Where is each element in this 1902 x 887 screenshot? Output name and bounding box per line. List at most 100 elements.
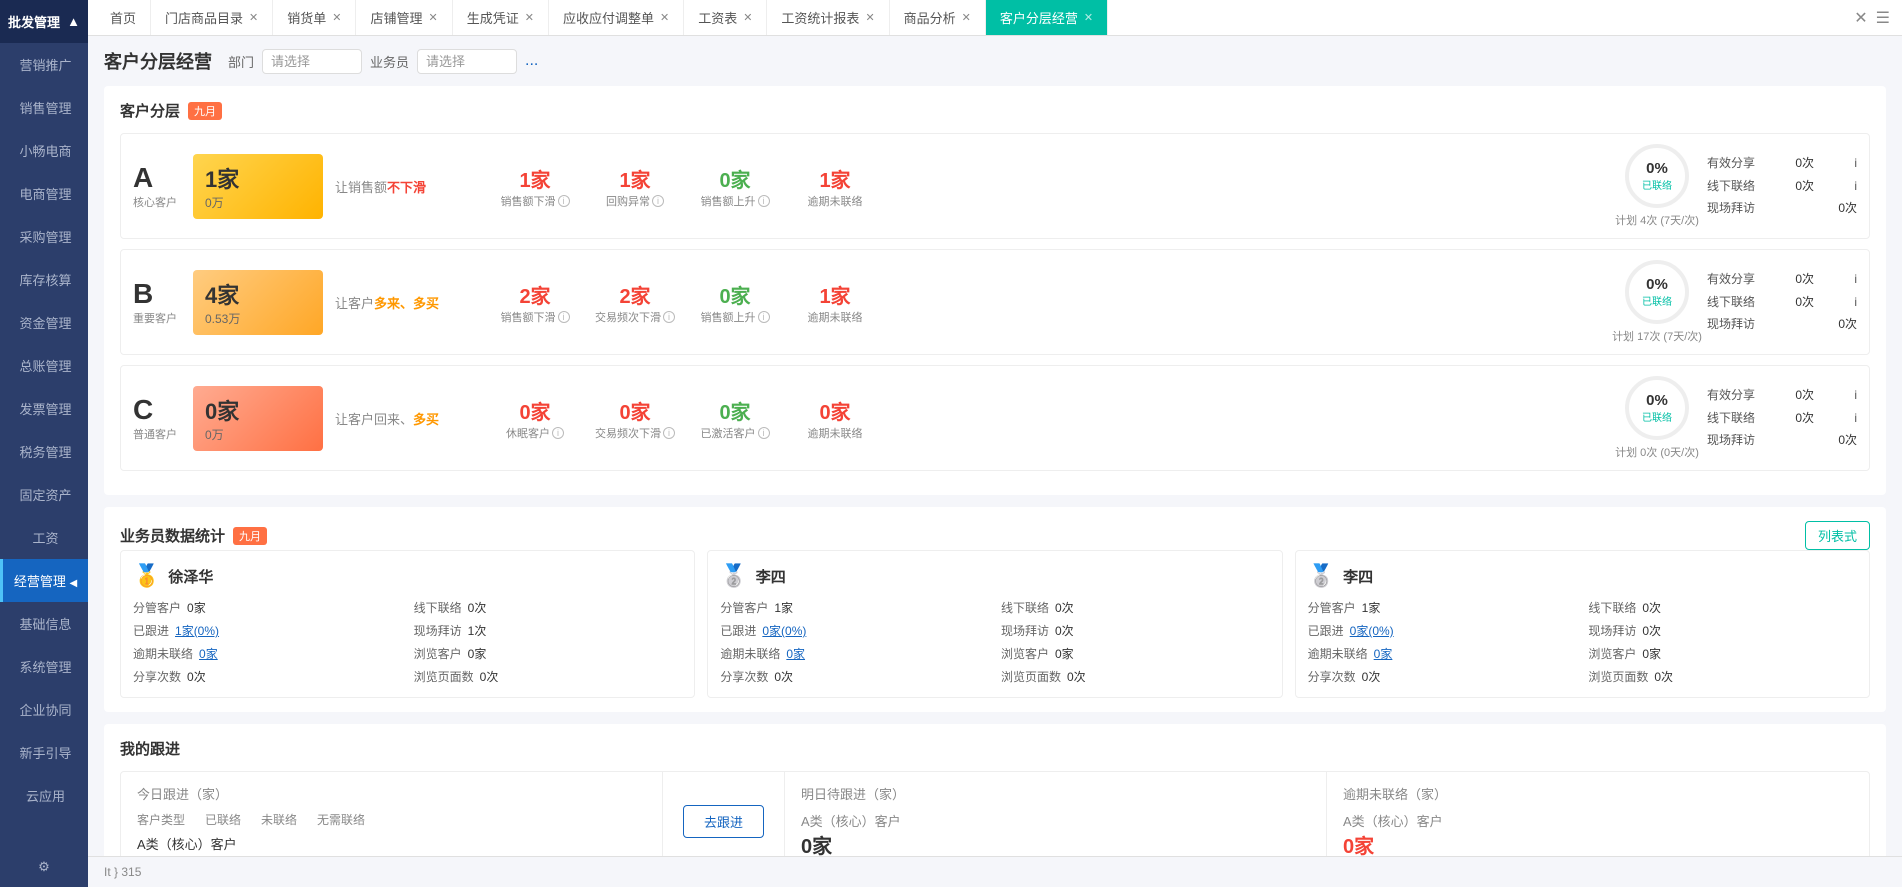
metric-count[interactable]: 0家 [719,280,750,309]
staff-stat-item: 逾期未联络 0家 [133,645,402,662]
metric-count[interactable]: 0家 [519,396,550,425]
sidebar-item-yyyyyy[interactable]: 云应用 [0,774,88,817]
tab-sales-order[interactable]: 销货单 ✕ [273,0,356,36]
info-icon[interactable]: i [1854,384,1857,407]
staff-card-0: 🥇 徐泽华 分管客户 0家 线下联络 0次 已跟进 [120,550,695,698]
info-icon[interactable]: i [758,195,770,207]
sidebar-item-dsggl[interactable]: 电商管理 [0,172,88,215]
tab-payroll-report[interactable]: 工资统计报表 ✕ [767,0,889,36]
stat-label: 分享次数 [720,668,768,685]
sidebar-top[interactable]: 批发管理 ▲ [0,0,88,43]
stat-value-link[interactable]: 0家 [786,645,805,662]
tab-close-icon[interactable]: ✕ [660,11,669,24]
tier-suggestion-a: 让销售额不下滑 [335,177,495,196]
tab-customer-tier[interactable]: 客户分层经营 ✕ [986,0,1108,36]
stat-value-link[interactable]: 0家(0%) [1350,622,1394,639]
sidebar-item-cjgl[interactable]: 采购管理 [0,215,88,258]
info-icon[interactable]: i [652,195,664,207]
sidebar-item-zzgl[interactable]: 总账管理 [0,344,88,387]
info-icon[interactable]: i [663,427,675,439]
tab-product-analysis[interactable]: 商品分析 ✕ [890,0,986,36]
info-icon[interactable]: i [558,311,570,323]
more-filter-button[interactable]: ... [525,52,538,70]
sidebar-collapse-icon[interactable]: ▲ [67,14,80,29]
tab-close-all-icon[interactable]: ✕ [1854,8,1867,28]
stat-value-link[interactable]: 1家(0%) [175,622,219,639]
tab-close-icon[interactable]: ✕ [332,11,341,24]
stat-value-link[interactable]: 0家 [199,645,218,662]
sidebar-item-xsyj[interactable]: 新手引导 [0,731,88,774]
sidebar-item-fpgl[interactable]: 发票管理 [0,387,88,430]
sidebar-item-yxtt[interactable]: 营销推广 [0,43,88,86]
sidebar-item-qyxt[interactable]: 企业协同 [0,688,88,731]
tab-close-icon[interactable]: ✕ [743,11,752,24]
info-icon[interactable]: i [1854,291,1857,314]
metric-b-3: 1家 逾期未联络 [795,280,875,325]
tab-close-icon[interactable]: ✕ [525,11,534,24]
sidebar-item-xtgl[interactable]: 系统管理 [0,645,88,688]
stat-row: 有效分享 0次 i [1707,152,1857,175]
dept-select[interactable]: 请选择 [262,49,362,74]
tab-close-icon[interactable]: ✕ [1084,11,1093,24]
stat-value-link[interactable]: 0家 [1374,645,1393,662]
info-icon[interactable]: i [1854,268,1857,291]
info-icon[interactable]: i [758,427,770,439]
content-area: 客户分层经营 部门 请选择 业务员 请选择 ... 客户分层 九月 [88,36,1902,856]
staff-stat-item: 浏览客户 0家 [414,645,683,662]
tab-voucher[interactable]: 生成凭证 ✕ [453,0,549,36]
info-icon[interactable]: i [1854,407,1857,430]
list-view-button[interactable]: 列表式 [1805,521,1870,550]
col-header-contacted: 已联络 [205,811,241,828]
stat-value: 0次 [480,668,499,685]
stat-value: 0次 [1362,668,1381,685]
info-icon[interactable]: i [558,195,570,207]
stat-count: 0次 [1838,313,1857,336]
tab-close-icon[interactable]: ✕ [962,11,971,24]
info-icon[interactable]: i [663,311,675,323]
staff-medal-2: 🥈 [1308,563,1335,589]
metric-c-0: 0家 休眠客户 i [495,396,575,441]
stat-value-link[interactable]: 0家(0%) [762,622,806,639]
tier-amount-a: 0万 [205,194,311,211]
sidebar-item-xbdc[interactable]: 小畅电商 [0,129,88,172]
metric-count[interactable]: 0家 [619,396,650,425]
tab-home[interactable]: 首页 [96,0,151,36]
tab-adjust[interactable]: 应收应付调整单 ✕ [549,0,684,36]
tier-amount-c: 0万 [205,426,311,443]
metric-count[interactable]: 0家 [819,396,850,425]
metric-count[interactable]: 0家 [719,396,750,425]
tab-store-manage[interactable]: 店铺管理 ✕ [356,0,452,36]
info-icon[interactable]: i [758,311,770,323]
info-icon[interactable]: i [1854,152,1857,175]
sidebar-item-gz[interactable]: 工资 [0,516,88,559]
sidebar-item-zjgl[interactable]: 资金管理 [0,301,88,344]
metric-count[interactable]: 1家 [819,280,850,309]
sidebar-item-swgl[interactable]: 税务管理 [0,430,88,473]
tab-close-icon[interactable]: ✕ [429,11,438,24]
sidebar-item-xsgl[interactable]: 销售管理 [0,86,88,129]
metric-count[interactable]: 1家 [819,164,850,193]
tab-payroll[interactable]: 工资表 ✕ [684,0,767,36]
goto-followup-button[interactable]: 去跟进 [683,805,764,838]
sidebar-top-label: 批发管理 [8,12,60,31]
info-icon[interactable]: i [1854,175,1857,198]
stat-label: 已跟进 [1308,622,1344,639]
settings-button[interactable]: ⚙ [0,847,88,887]
tab-menu-icon[interactable]: ☰ [1876,8,1890,28]
metric-count[interactable]: 2家 [619,280,650,309]
sidebar-item-gdcz[interactable]: 固定资产 [0,473,88,516]
sidebar-item-jygl[interactable]: 经营管理 ◀ [0,559,88,602]
metric-count[interactable]: 1家 [619,164,650,193]
metric-count[interactable]: 2家 [519,280,550,309]
sidebar-item-kchs[interactable]: 库存核算 [0,258,88,301]
stat-value: 0次 [1067,668,1086,685]
tab-home-label: 首页 [110,8,136,27]
metric-count[interactable]: 0家 [719,164,750,193]
sidebar-item-jcxx[interactable]: 基础信息 [0,602,88,645]
tab-store-products[interactable]: 门店商品目录 ✕ [151,0,273,36]
info-icon[interactable]: i [552,427,564,439]
tab-close-icon[interactable]: ✕ [249,11,258,24]
sales-select[interactable]: 请选择 [417,49,517,74]
tab-close-icon[interactable]: ✕ [865,11,874,24]
metric-count[interactable]: 1家 [519,164,550,193]
